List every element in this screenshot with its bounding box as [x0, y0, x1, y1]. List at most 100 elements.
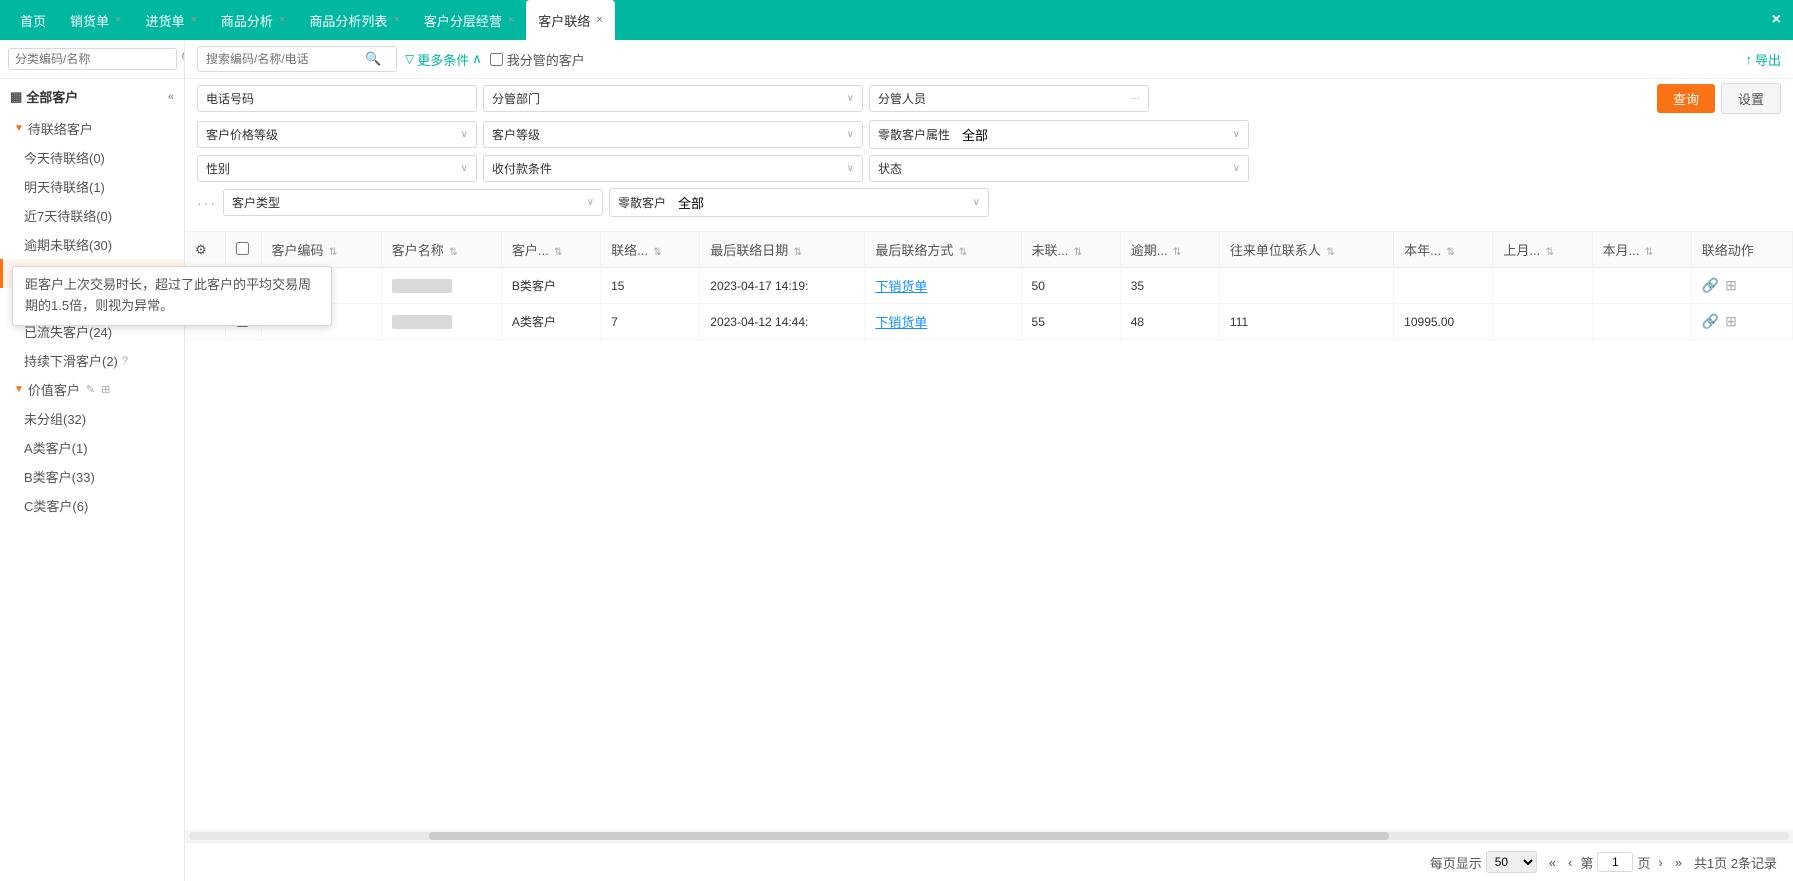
pagination-bar: 每页显示 50 20 100 200 « ‹ 第 页 › » 共1页 2条记录	[185, 842, 1793, 881]
settings-btn[interactable]: 设置	[1721, 83, 1781, 114]
cell-overdue-1: 35	[1120, 268, 1219, 304]
filter-row-3: 性别 ∨ 收付款条件 ∨ 状态 ∨	[197, 155, 1781, 182]
first-page-btn[interactable]: «	[1545, 854, 1560, 871]
col-code[interactable]: 客户编码 ⇅	[261, 232, 381, 268]
col-last-date[interactable]: 最后联络日期 ⇅	[700, 232, 865, 268]
value-group-sort-icon[interactable]: ⊞	[101, 383, 110, 396]
tab-purchase-close[interactable]: ×	[190, 14, 196, 26]
top-nav: 首页 销货单 × 进货单 × 商品分析 × 商品分析列表 × 客户分层经营 × …	[0, 0, 1793, 40]
declining-label: 持续下滑客户(2)	[24, 351, 118, 370]
tab-analysis-close[interactable]: ×	[279, 14, 285, 26]
col-this-month[interactable]: 本月... ⇅	[1592, 232, 1691, 268]
sidebar-item-ungroup[interactable]: 未分组(32)	[0, 404, 184, 433]
last-page-btn[interactable]: »	[1671, 854, 1686, 871]
col-last-month[interactable]: 上月... ⇅	[1493, 232, 1592, 268]
tab-customer-contact-close[interactable]: ×	[596, 14, 602, 26]
row-2-link-icon[interactable]: 🔗	[1702, 313, 1719, 330]
data-table: ⚙ 客户编码 ⇅ 客户名称 ⇅	[185, 232, 1793, 340]
col-contact[interactable]: 联络... ⇅	[601, 232, 700, 268]
col-unit-contact[interactable]: 往来单位联系人 ⇅	[1219, 232, 1393, 268]
cell-last-date-1: 2023-04-17 14:19:	[700, 268, 865, 304]
more-conditions-btn[interactable]: ▽ 更多条件 ∧	[405, 50, 482, 69]
pending-group-header[interactable]: ▼ 待联络客户	[0, 114, 184, 143]
col-settings[interactable]: ⚙	[185, 232, 225, 268]
price-grade-field[interactable]: 客户价格等级 ∨	[197, 121, 477, 148]
cell-last-method-1[interactable]: 下销货单	[865, 268, 1021, 304]
sidebar-item-a-class[interactable]: A类客户(1)	[0, 433, 184, 462]
filter-search-icon[interactable]: 🔍	[365, 51, 381, 67]
sidebar-item-c-class[interactable]: C类客户(6)	[0, 491, 184, 520]
phone-field[interactable]: 电话号码	[197, 85, 477, 112]
cell-this-month-1	[1592, 268, 1691, 304]
sidebar-item-overdue[interactable]: 逾期未联络(30)	[0, 230, 184, 259]
value-group-edit-icon[interactable]: ✎	[86, 383, 95, 396]
sidebar-item-today[interactable]: 今天待联络(0)	[0, 143, 184, 172]
page-nav: « ‹ 第 页 › »	[1545, 852, 1686, 872]
col-this-year-sort-icon: ⇅	[1446, 247, 1454, 258]
tab-analysis-list[interactable]: 商品分析列表 ×	[297, 0, 411, 40]
table-settings-icon[interactable]: ⚙	[195, 242, 207, 257]
select-all-checkbox[interactable]	[236, 242, 249, 255]
row-1-grid-icon[interactable]: ⊞	[1725, 277, 1737, 294]
manager-field[interactable]: 分管人员 ···	[869, 85, 1149, 112]
tab-customer-contact[interactable]: 客户联络 ×	[526, 0, 614, 40]
col-code-sort-icon: ⇅	[329, 247, 337, 258]
filter-rows: 电话号码 分管部门 ∨ 分管人员 ··· 查询 设置 客户价格等级 ∨	[185, 79, 1793, 232]
tab-customer-segment[interactable]: 客户分层经营 ×	[412, 0, 526, 40]
dept-field[interactable]: 分管部门 ∨	[483, 85, 863, 112]
prev-page-btn[interactable]: ‹	[1564, 854, 1576, 871]
row-2-grid-icon[interactable]: ⊞	[1725, 313, 1737, 330]
close-window-btn[interactable]: ×	[1772, 11, 1781, 29]
pending-triangle-icon: ▼	[14, 123, 24, 134]
cell-last-method-2[interactable]: 下销货单	[865, 304, 1021, 340]
per-page-select[interactable]: 50 20 100 200	[1486, 851, 1537, 873]
col-last-method[interactable]: 最后联络方式 ⇅	[865, 232, 1021, 268]
sidebar-search-input[interactable]	[8, 48, 177, 70]
customer-grade-field[interactable]: 客户等级 ∨	[483, 121, 863, 148]
col-this-year[interactable]: 本年... ⇅	[1394, 232, 1493, 268]
cell-last-date-2: 2023-04-12 14:44:	[700, 304, 865, 340]
tab-analysis-list-close[interactable]: ×	[393, 14, 399, 26]
col-type[interactable]: 客户... ⇅	[501, 232, 600, 268]
manager-label: 分管人员	[878, 90, 926, 107]
sidebar-item-tomorrow[interactable]: 明天待联络(1)	[0, 172, 184, 201]
payment-field[interactable]: 收付款条件 ∨	[483, 155, 863, 182]
customer-type-field[interactable]: 客户类型 ∨	[223, 189, 603, 216]
price-grade-arrow-icon: ∨	[461, 129, 468, 140]
sidebar-item-declining[interactable]: 持续下滑客户(2) ?	[0, 346, 184, 375]
retail-customer-field[interactable]: 零散客户 全部 ∨	[609, 188, 989, 217]
col-action[interactable]: 联络动作	[1691, 232, 1792, 268]
col-uncontacted[interactable]: 未联... ⇅	[1021, 232, 1120, 268]
tab-sales-close[interactable]: ×	[115, 14, 121, 26]
tab-purchase[interactable]: 进货单 ×	[133, 0, 208, 40]
gender-field[interactable]: 性别 ∨	[197, 155, 477, 182]
per-page-label: 每页显示	[1430, 853, 1482, 872]
col-unit-contact-sort-icon: ⇅	[1326, 247, 1334, 258]
tab-analysis[interactable]: 商品分析 ×	[209, 0, 297, 40]
cell-this-month-2	[1592, 304, 1691, 340]
filter-search-input[interactable]	[206, 52, 361, 66]
row-1-link-icon[interactable]: 🔗	[1702, 277, 1719, 294]
col-check[interactable]	[225, 232, 261, 268]
status-field[interactable]: 状态 ∨	[869, 155, 1249, 182]
query-btn[interactable]: 查询	[1657, 84, 1715, 113]
export-btn[interactable]: ↑ 导出	[1745, 50, 1781, 69]
my-customers-checkbox[interactable]	[490, 53, 503, 66]
dept-label: 分管部门	[492, 90, 540, 107]
current-page-input[interactable]	[1597, 852, 1633, 872]
sidebar-item-7days[interactable]: 近7天待联络(0)	[0, 201, 184, 230]
all-customers-header[interactable]: ▦ 全部客户 «	[0, 79, 184, 114]
value-group-header[interactable]: ▼ 价值客户 ✎ ⊞	[0, 375, 184, 404]
filter-dots[interactable]: ···	[197, 195, 217, 211]
col-name[interactable]: 客户名称 ⇅	[381, 232, 501, 268]
horizontal-scrollbar[interactable]	[185, 830, 1793, 842]
tab-sales[interactable]: 销货单 ×	[58, 0, 133, 40]
col-overdue[interactable]: 逾期... ⇅	[1120, 232, 1219, 268]
retail-attr-field[interactable]: 零散客户属性 全部 ∨	[869, 120, 1249, 149]
tab-home[interactable]: 首页	[8, 0, 58, 40]
tab-customer-segment-close[interactable]: ×	[508, 14, 514, 26]
next-page-btn[interactable]: ›	[1654, 854, 1666, 871]
scrollbar-thumb[interactable]	[429, 832, 1389, 840]
sidebar-item-b-class[interactable]: B类客户(33)	[0, 462, 184, 491]
collapse-sidebar-btn[interactable]: «	[168, 91, 174, 103]
